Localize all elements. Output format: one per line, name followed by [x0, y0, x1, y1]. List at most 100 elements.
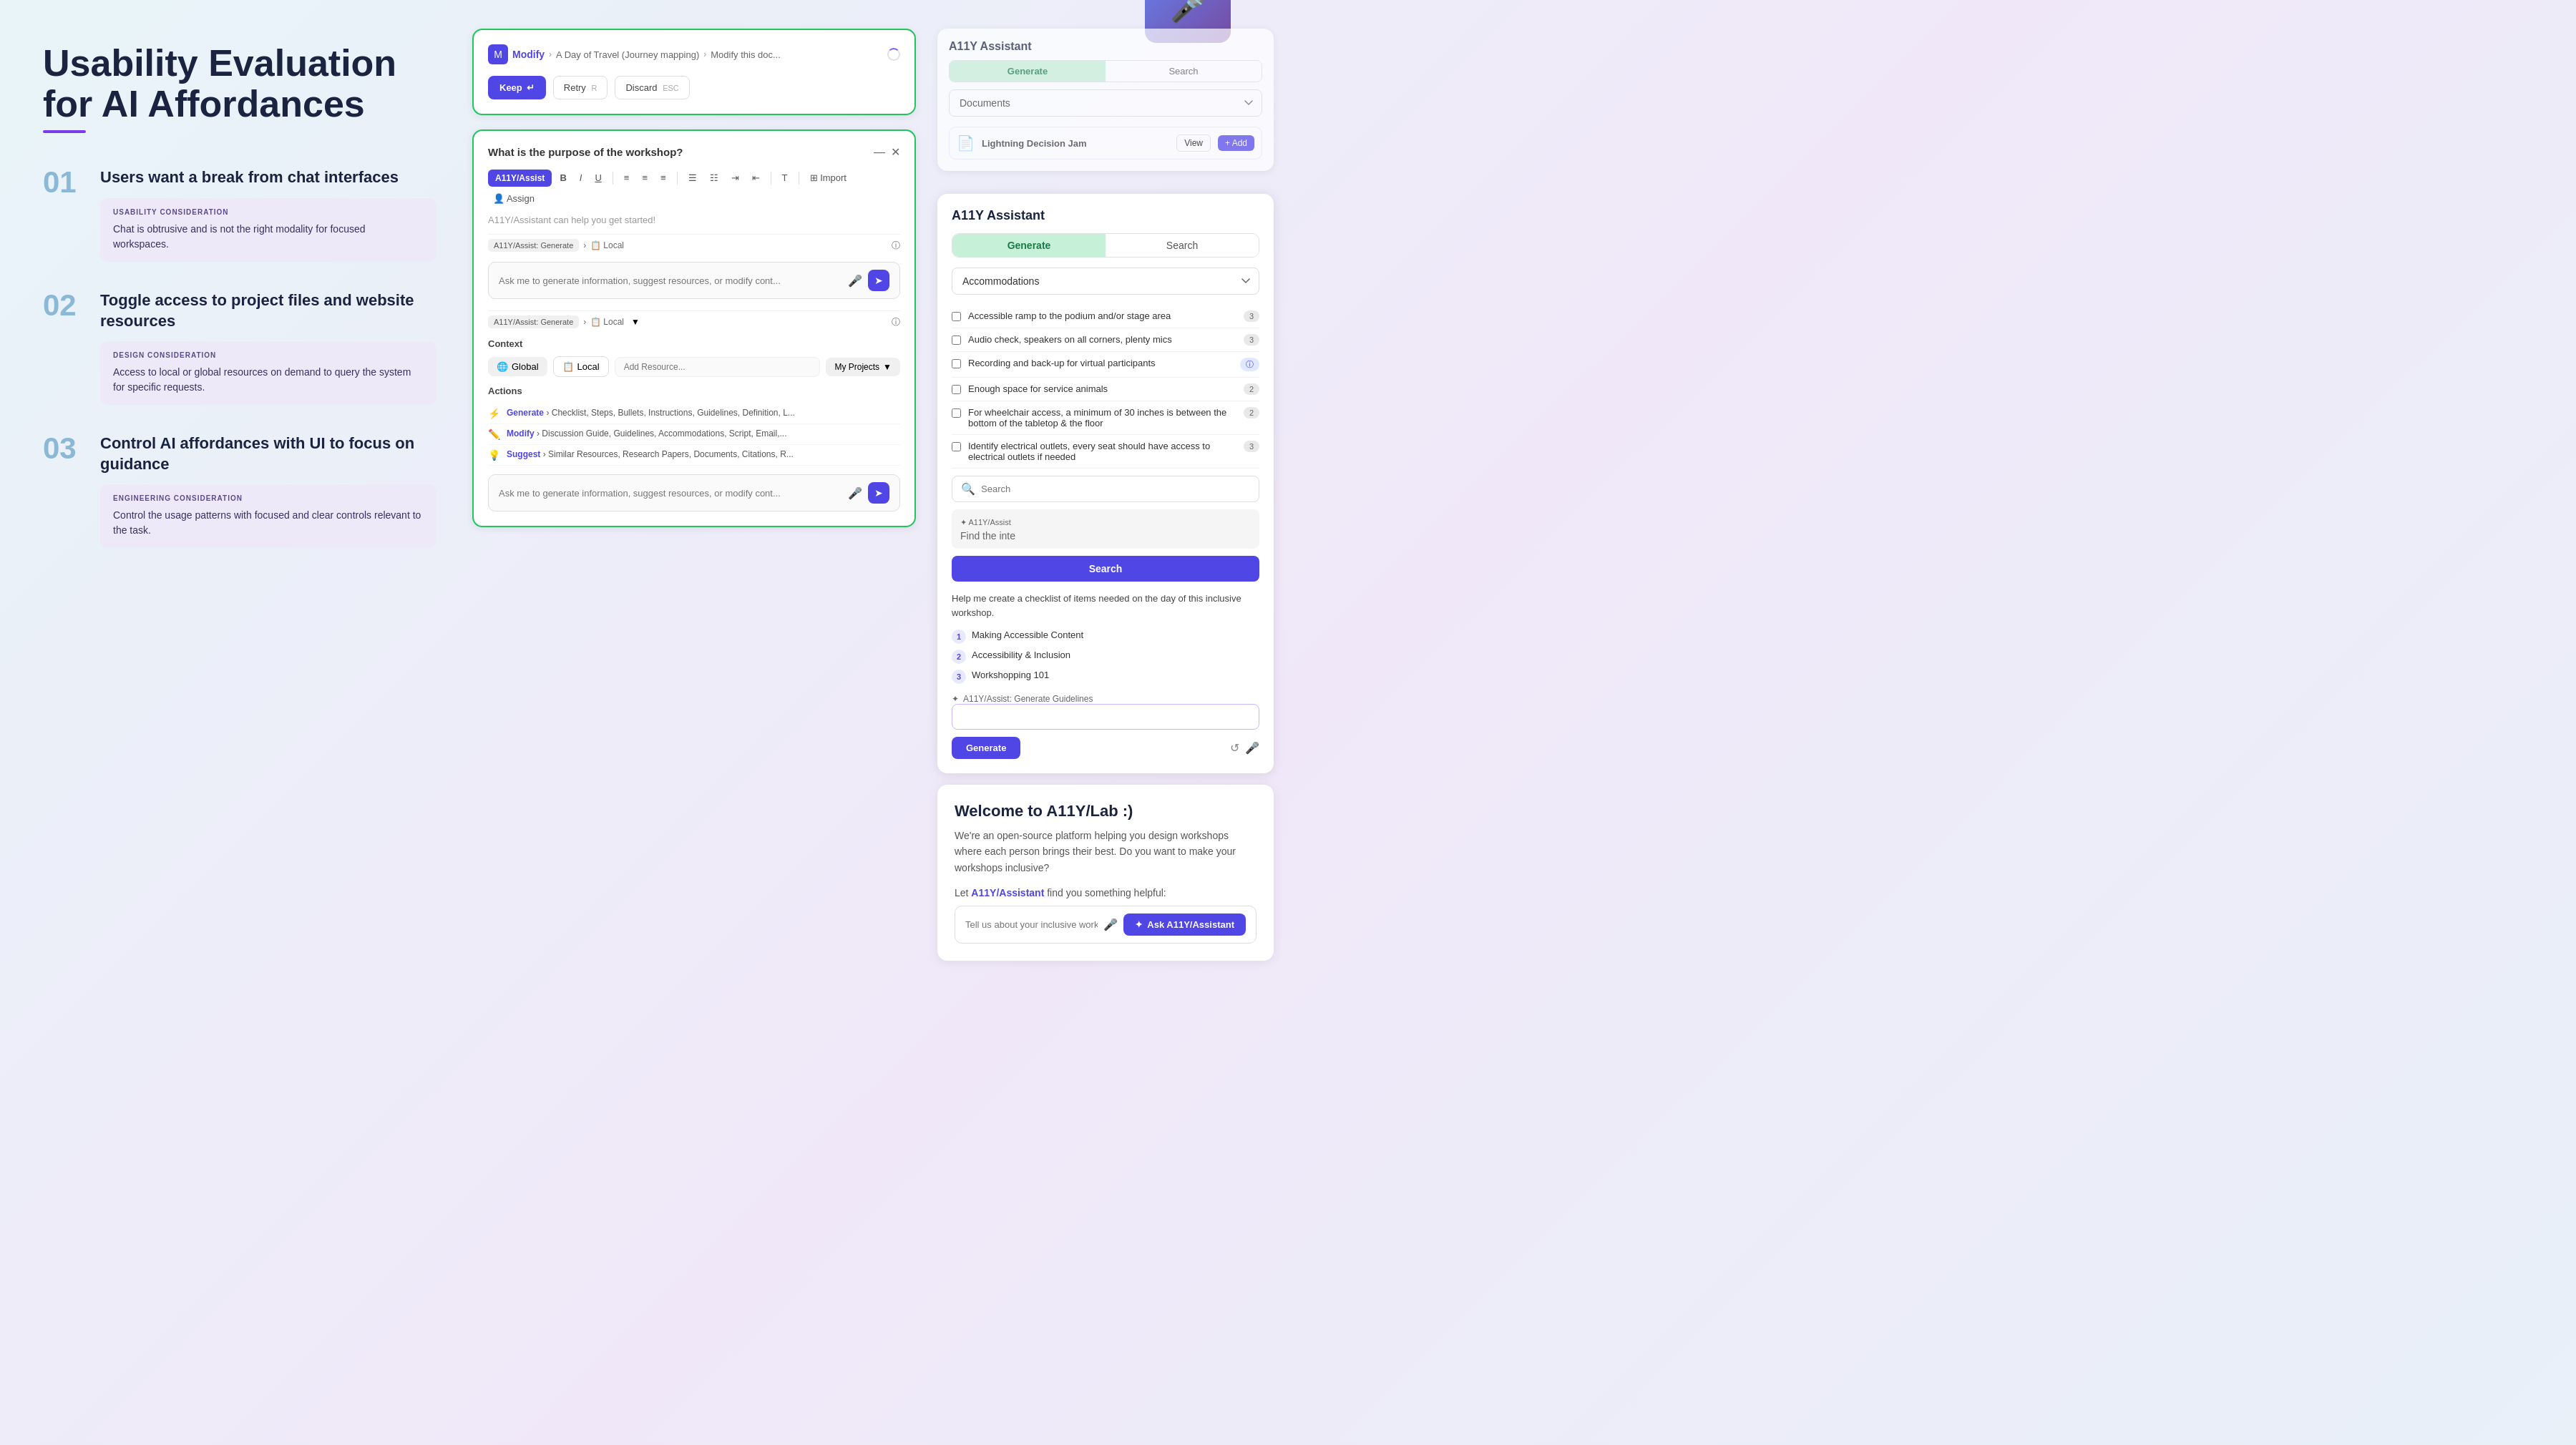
assign-icon: 👤 — [493, 193, 504, 204]
search-icon: 🔍 — [961, 482, 975, 496]
let-brand: A11Y/Assistant — [971, 887, 1044, 898]
input-row-1: 🎤 ➤ — [488, 262, 900, 299]
accommodations-dropdown[interactable]: Accommodations Guidelines Resources Chec… — [952, 268, 1259, 295]
align-left-button[interactable]: ≡ — [619, 169, 635, 187]
ask-assistant-button[interactable]: ✦ Ask A11Y/Assistant — [1123, 913, 1246, 936]
bold-button[interactable]: B — [555, 169, 571, 187]
section-02-number: 02 — [43, 290, 86, 405]
search-input[interactable] — [981, 484, 1250, 494]
welcome-description: We're an open-source platform helping yo… — [955, 828, 1257, 876]
section-03-title: Control AI affordances with UI to focus … — [100, 434, 436, 474]
assistant-main-panel: A11Y Assistant Generate Search Accommoda… — [937, 194, 1274, 773]
section-01-number: 01 — [43, 167, 86, 262]
workshop-controls: — ✕ — [874, 145, 900, 159]
doc-icon: 📋 — [590, 240, 601, 250]
generate-bottom-row: Generate ↺ 🎤 — [952, 737, 1259, 759]
action-suggest-icon: 💡 — [488, 449, 501, 461]
checklist-item-1: Accessible ramp to the podium and/or sta… — [952, 305, 1259, 328]
generate-guidelines-row: ✦ A11Y/Assist: Generate Guidelines — [952, 694, 1259, 704]
checklist-checkbox-4[interactable] — [952, 385, 961, 394]
discard-button[interactable]: Discard ESC — [615, 76, 689, 99]
section-03-text: Control the usage patterns with focused … — [113, 508, 424, 538]
generate-input-2[interactable] — [499, 488, 842, 499]
my-projects-dropdown[interactable]: My Projects ▼ — [826, 358, 900, 376]
title-underline — [43, 130, 86, 133]
checklist-checkbox-1[interactable] — [952, 312, 961, 321]
generate-input-1[interactable] — [499, 275, 842, 286]
documents-dropdown[interactable]: Documents — [949, 89, 1262, 117]
underline-button[interactable]: U — [590, 169, 606, 187]
modify-icon: M — [488, 44, 508, 64]
retry-button[interactable]: Retry R — [553, 76, 608, 99]
generate-badge: A11Y/Assist: Generate — [488, 239, 579, 252]
doc-item: 📄 Lightning Decision Jam View + Add — [949, 127, 1262, 160]
icon-btns: ↺ 🎤 — [1230, 741, 1259, 755]
checklist-item-4: Enough space for service animals 2 — [952, 378, 1259, 401]
assistant-tab-row: Generate Search — [952, 233, 1259, 258]
search-btn[interactable]: Search — [952, 556, 1259, 582]
section-03-number: 03 — [43, 434, 86, 548]
import-button[interactable]: ⊞ Import — [805, 169, 852, 187]
checklist-checkbox-6[interactable] — [952, 442, 961, 451]
outdent-button[interactable]: ⇤ — [747, 169, 765, 187]
section-01: 01 Users want a break from chat interfac… — [43, 167, 436, 262]
search-tab[interactable]: Search — [1106, 234, 1259, 257]
left-column: Usability Evaluation for AI Affordances … — [43, 29, 458, 1416]
generate-tab[interactable]: Generate — [952, 234, 1106, 257]
a11y-assist-button[interactable]: A11Y/Assist — [488, 170, 552, 187]
checklist-checkbox-3[interactable] — [952, 359, 961, 368]
format-button[interactable]: T — [777, 169, 793, 187]
generate-button[interactable]: Generate — [952, 737, 1020, 759]
resource-input[interactable] — [615, 357, 821, 377]
list-item-1: 1 Making Accessible Content — [952, 627, 1259, 647]
welcome-voice-btn[interactable]: 🎤 — [1103, 918, 1118, 931]
small-generate-tab[interactable]: Generate — [950, 61, 1106, 82]
local-button[interactable]: 📋 Local — [553, 356, 609, 377]
generate-guidelines-input[interactable] — [952, 704, 1259, 730]
assistant-documents-panel: A11Y Assistant Generate Search Documents… — [937, 29, 1274, 171]
let-text: Let A11Y/Assistant find you something he… — [955, 887, 1257, 898]
section-03: 03 Control AI affordances with UI to foc… — [43, 434, 436, 548]
close-button[interactable]: ✕ — [891, 145, 900, 159]
local-expand-btn[interactable]: ▼ — [631, 317, 640, 327]
keep-label: Keep — [499, 82, 522, 93]
ordered-list-button[interactable]: ☷ — [705, 169, 723, 187]
mic-icon-btn[interactable]: 🎤 — [1245, 741, 1259, 755]
minimize-button[interactable]: — — [874, 145, 885, 159]
action-modify-icon: ✏️ — [488, 428, 501, 440]
indent-button[interactable]: ⇥ — [726, 169, 744, 187]
voice-input-button[interactable]: 🎤 — [848, 274, 862, 288]
modify-breadcrumb: M Modify › A Day of Travel (Journey mapp… — [488, 44, 781, 64]
add-doc-button[interactable]: + Add — [1218, 135, 1254, 151]
small-search-tab[interactable]: Search — [1106, 61, 1262, 82]
keep-button[interactable]: Keep ↵ — [488, 76, 546, 99]
section-02-content: Toggle access to project files and websi… — [100, 290, 436, 405]
modify-label: Modify — [512, 49, 545, 60]
badge-count-2: 3 — [1244, 334, 1259, 346]
checklist-checkbox-2[interactable] — [952, 335, 961, 345]
checklist-checkbox-5[interactable] — [952, 408, 961, 418]
spark-ask-icon: ✦ — [1135, 919, 1143, 930]
assign-button[interactable]: 👤 Assign — [488, 190, 540, 207]
voice-input-button-2[interactable]: 🎤 — [848, 486, 862, 500]
badge-count-1: 3 — [1244, 310, 1259, 322]
send-button-2[interactable]: ➤ — [868, 482, 889, 504]
section-02: 02 Toggle access to project files and we… — [43, 290, 436, 405]
align-center-button[interactable]: ≡ — [637, 169, 653, 187]
loading-spinner — [887, 48, 900, 61]
welcome-input[interactable] — [965, 919, 1098, 930]
section-03-label: ENGINEERING CONSIDERATION — [113, 494, 424, 502]
retry-shortcut: R — [591, 84, 597, 92]
send-button-1[interactable]: ➤ — [868, 270, 889, 291]
chevron-down-icon: ▼ — [883, 362, 892, 372]
view-doc-button[interactable]: View — [1176, 134, 1211, 152]
italic-button[interactable]: I — [575, 169, 587, 187]
align-right-button[interactable]: ≡ — [655, 169, 671, 187]
refresh-icon-btn[interactable]: ↺ — [1230, 741, 1239, 755]
checklist-container: Accessible ramp to the podium and/or sta… — [952, 305, 1259, 469]
global-button[interactable]: 🌐 Global — [488, 357, 547, 376]
section-01-label: USABILITY CONSIDERATION — [113, 208, 424, 216]
list-button[interactable]: ☰ — [683, 169, 702, 187]
middle-column: M Modify › A Day of Travel (Journey mapp… — [458, 29, 930, 1416]
breadcrumb-arrow-1: › — [549, 49, 552, 59]
